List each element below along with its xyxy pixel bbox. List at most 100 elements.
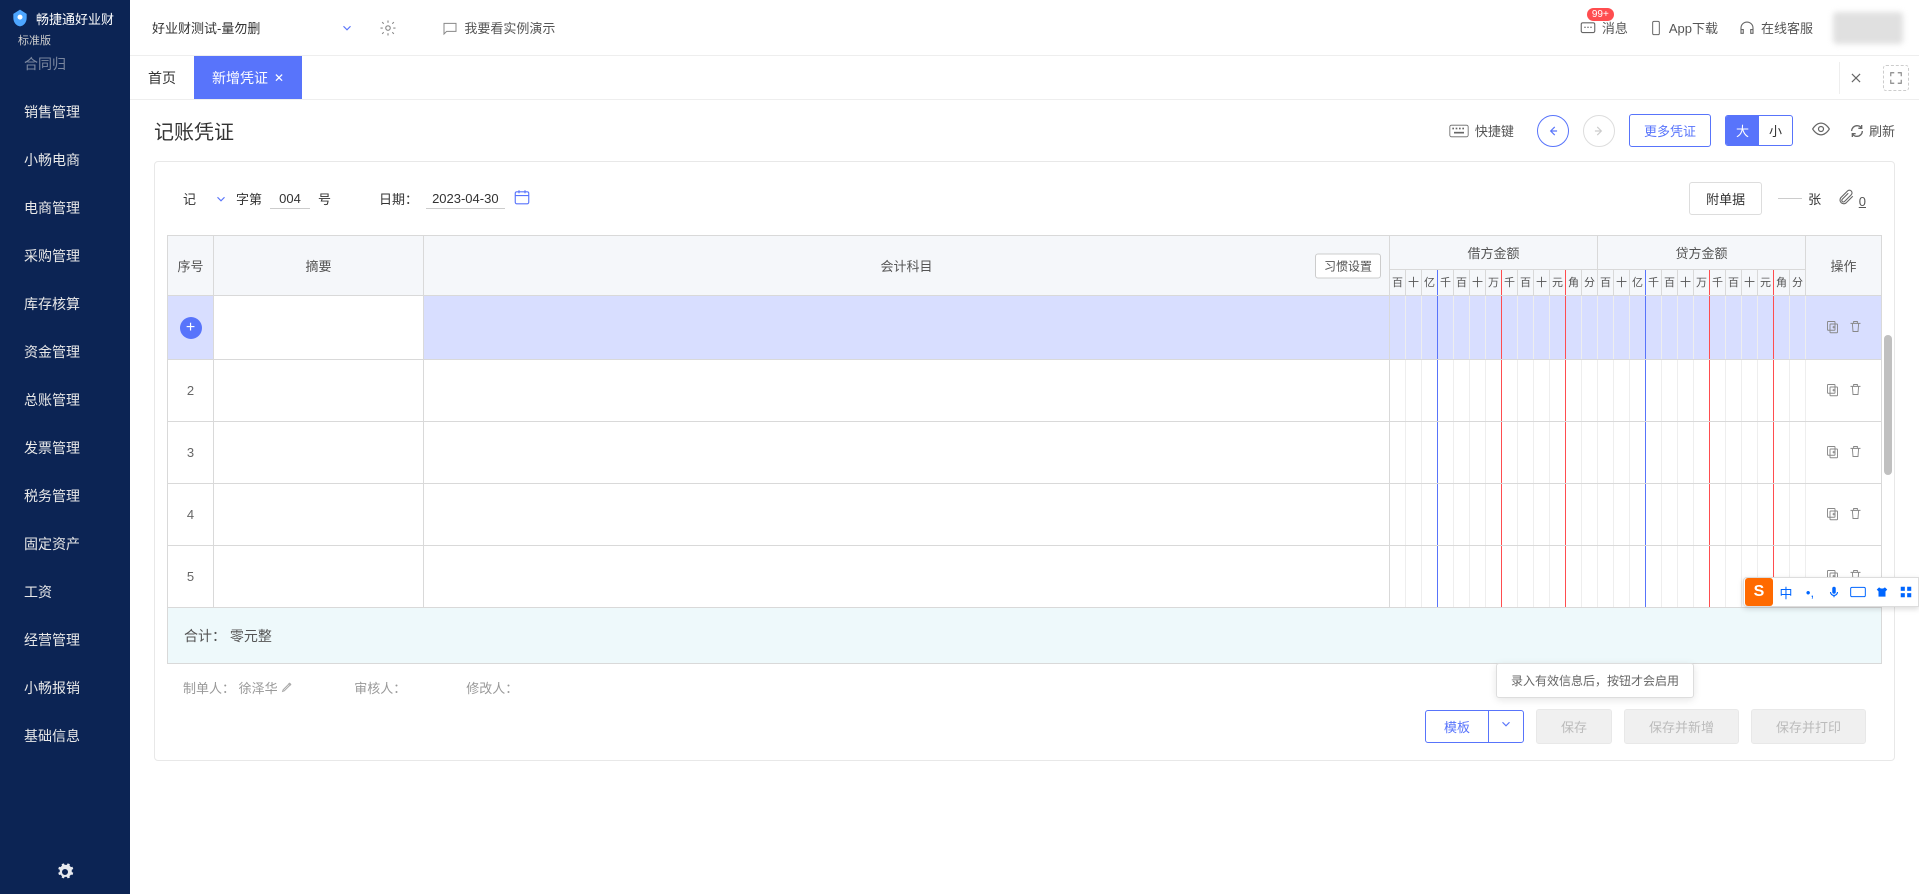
digit-cell[interactable] [1502, 296, 1518, 360]
attach-button[interactable]: 附单据 [1689, 182, 1762, 215]
digit-cell[interactable] [1390, 360, 1406, 422]
digit-cell[interactable] [1502, 484, 1518, 546]
ime-toolbar[interactable]: S 中 •, [1743, 577, 1919, 607]
digit-cell[interactable] [1422, 296, 1438, 360]
sidebar-item[interactable]: 采购管理 [0, 232, 130, 280]
digit-cell[interactable] [1390, 296, 1406, 360]
summary-cell[interactable] [214, 422, 424, 484]
digit-cell[interactable] [1534, 546, 1550, 608]
digit-cell[interactable] [1518, 296, 1534, 360]
digit-cell[interactable] [1614, 296, 1630, 360]
digit-cell[interactable] [1534, 296, 1550, 360]
digit-cell[interactable] [1758, 296, 1774, 360]
digit-cell[interactable] [1790, 360, 1806, 422]
digit-cell[interactable] [1486, 296, 1502, 360]
digit-cell[interactable] [1662, 422, 1678, 484]
digit-cell[interactable] [1726, 422, 1742, 484]
digit-cell[interactable] [1534, 484, 1550, 546]
summary-cell[interactable] [214, 360, 424, 422]
save-new-button[interactable]: 保存并新增 [1624, 709, 1739, 744]
delete-row-button[interactable] [1848, 319, 1863, 334]
digit-cell[interactable] [1438, 422, 1454, 484]
digit-cell[interactable] [1630, 422, 1646, 484]
digit-cell[interactable] [1614, 484, 1630, 546]
digit-cell[interactable] [1438, 546, 1454, 608]
account-cell[interactable] [424, 360, 1390, 422]
digit-cell[interactable] [1662, 296, 1678, 360]
digit-cell[interactable] [1438, 484, 1454, 546]
digit-cell[interactable] [1678, 422, 1694, 484]
ime-skin-icon[interactable] [1870, 585, 1894, 599]
voucher-number-input[interactable]: 004 [270, 189, 310, 209]
sidebar-item[interactable]: 资金管理 [0, 328, 130, 376]
delete-row-button[interactable] [1848, 382, 1863, 397]
digit-cell[interactable] [1614, 546, 1630, 608]
digit-cell[interactable] [1614, 422, 1630, 484]
digit-cell[interactable] [1694, 546, 1710, 608]
digit-cell[interactable] [1726, 484, 1742, 546]
digit-cell[interactable] [1454, 546, 1470, 608]
digit-cell[interactable] [1758, 422, 1774, 484]
summary-input[interactable] [218, 300, 419, 352]
digit-cell[interactable] [1534, 422, 1550, 484]
digit-cell[interactable] [1550, 296, 1566, 360]
digit-cell[interactable] [1486, 484, 1502, 546]
digit-cell[interactable] [1790, 484, 1806, 546]
digit-cell[interactable] [1454, 360, 1470, 422]
tab-voucher[interactable]: 新增凭证 ✕ [194, 56, 302, 99]
digit-cell[interactable] [1390, 422, 1406, 484]
digit-cell[interactable] [1470, 296, 1486, 360]
user-avatar[interactable] [1833, 12, 1903, 44]
digit-cell[interactable] [1582, 484, 1598, 546]
close-tabs-button[interactable] [1839, 62, 1871, 94]
summary-cell[interactable] [214, 484, 424, 546]
digit-cell[interactable] [1630, 360, 1646, 422]
account-cell[interactable] [424, 484, 1390, 546]
digit-cell[interactable] [1742, 360, 1758, 422]
sidebar-item[interactable]: 发票管理 [0, 424, 130, 472]
sidebar-item[interactable]: 库存核算 [0, 280, 130, 328]
tab-home[interactable]: 首页 [130, 56, 194, 99]
digit-cell[interactable] [1630, 296, 1646, 360]
ime-lang[interactable]: 中 [1774, 583, 1798, 602]
date-input[interactable]: 2023-04-30 [426, 189, 505, 209]
customer-service-button[interactable]: 在线客服 [1738, 18, 1813, 37]
sidebar-item[interactable]: 销售管理 [0, 88, 130, 136]
settings-icon-button[interactable] [374, 14, 402, 42]
voucher-word-select[interactable]: 记 [183, 189, 228, 208]
digit-cell[interactable] [1710, 484, 1726, 546]
digit-cell[interactable] [1406, 484, 1422, 546]
digit-cell[interactable] [1390, 484, 1406, 546]
template-button[interactable]: 模板 [1425, 710, 1524, 743]
digit-cell[interactable] [1550, 546, 1566, 608]
sidebar-item[interactable]: 总账管理 [0, 376, 130, 424]
ime-mic-icon[interactable] [1822, 585, 1846, 599]
digit-cell[interactable] [1598, 422, 1614, 484]
digit-cell[interactable] [1406, 296, 1422, 360]
digit-cell[interactable] [1742, 484, 1758, 546]
summary-cell[interactable] [214, 546, 424, 608]
more-voucher-button[interactable]: 更多凭证 [1629, 114, 1711, 147]
sidebar-item[interactable]: 工资 [0, 568, 130, 616]
ime-keyboard-icon[interactable] [1846, 586, 1870, 598]
digit-cell[interactable] [1518, 484, 1534, 546]
digit-cell[interactable] [1742, 296, 1758, 360]
refresh-button[interactable]: 刷新 [1849, 121, 1895, 140]
digit-cell[interactable] [1518, 546, 1534, 608]
digit-cell[interactable] [1566, 546, 1582, 608]
digit-cell[interactable] [1582, 422, 1598, 484]
digit-cell[interactable] [1598, 296, 1614, 360]
digit-cell[interactable] [1582, 296, 1598, 360]
digit-cell[interactable] [1662, 484, 1678, 546]
digit-cell[interactable] [1726, 360, 1742, 422]
ime-menu-icon[interactable] [1894, 585, 1918, 599]
digit-cell[interactable] [1422, 422, 1438, 484]
habit-settings-button[interactable]: 习惯设置 [1315, 253, 1381, 278]
prev-voucher-button[interactable] [1537, 115, 1569, 147]
save-print-button[interactable]: 保存并打印 [1751, 709, 1866, 744]
digit-cell[interactable] [1598, 546, 1614, 608]
digit-cell[interactable] [1550, 422, 1566, 484]
delete-row-button[interactable] [1848, 444, 1863, 459]
messages-button[interactable]: 99+ 消息 [1579, 18, 1628, 37]
digit-cell[interactable] [1390, 546, 1406, 608]
